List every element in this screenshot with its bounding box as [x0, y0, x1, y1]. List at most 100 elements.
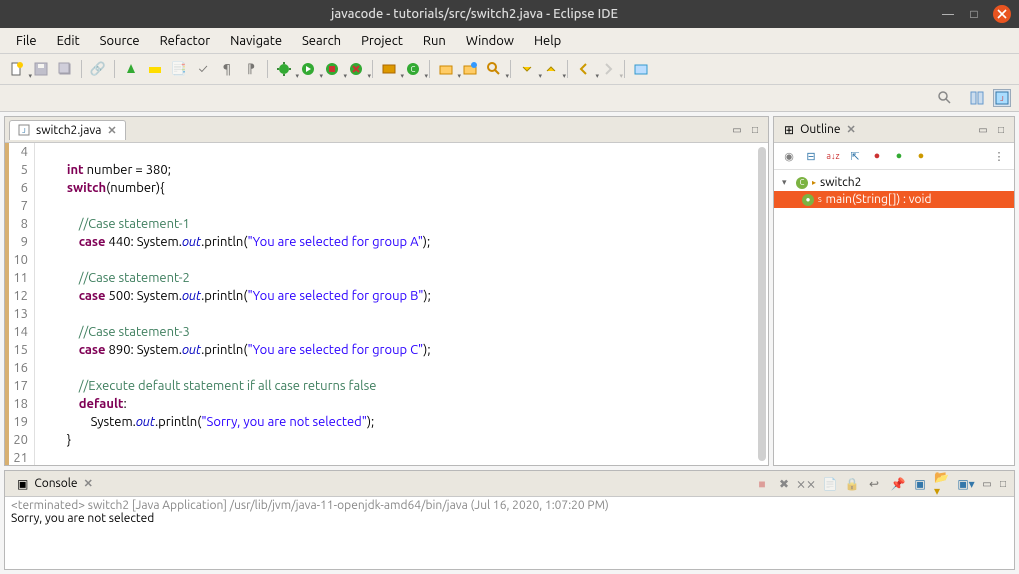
vertical-scrollbar[interactable]: [758, 147, 766, 461]
terminate-button[interactable]: ■: [752, 474, 772, 494]
code-line[interactable]: [43, 197, 748, 215]
console-tabstrip: ▣ Console ✕ ■ ✖ ⨯⨯ 📄 🔒 ↩ 📌 ▣ 📂▾ ▣▾ ▭ □: [5, 471, 1014, 497]
bookmark-button[interactable]: 📑: [168, 58, 190, 80]
menu-help[interactable]: Help: [524, 30, 571, 52]
coverage-button[interactable]: [321, 58, 343, 80]
next-annotation-button[interactable]: [516, 58, 538, 80]
minimize-view-button[interactable]: ▭: [730, 123, 744, 137]
code-line[interactable]: System.out.println("Sorry, you are not s…: [43, 413, 748, 431]
menu-search[interactable]: Search: [292, 30, 351, 52]
code-line[interactable]: switch(number){: [43, 179, 748, 197]
highlight-button[interactable]: [144, 58, 166, 80]
minimize-button[interactable]: —: [941, 7, 955, 21]
open-perspective-button[interactable]: [969, 90, 985, 106]
search-access-button[interactable]: [937, 90, 953, 106]
scroll-lock-button[interactable]: 🔒: [842, 474, 862, 494]
menu-refactor[interactable]: Refactor: [150, 30, 221, 52]
menu-file[interactable]: File: [6, 30, 47, 52]
hide-nonpublic-icon[interactable]: ●: [890, 147, 908, 165]
line-number: 5: [13, 161, 28, 179]
remove-all-button[interactable]: ⨯⨯: [796, 474, 816, 494]
code-line[interactable]: [43, 359, 748, 377]
code-area[interactable]: int number = 380; switch(number){ //Case…: [35, 143, 756, 465]
word-wrap-button[interactable]: ↩: [864, 474, 884, 494]
outline-menu-icon[interactable]: ⋮: [990, 147, 1008, 165]
maximize-view-button[interactable]: □: [748, 123, 762, 137]
menu-navigate[interactable]: Navigate: [220, 30, 292, 52]
console-maximize-button[interactable]: □: [996, 477, 1010, 491]
tab-close-icon[interactable]: ✕: [107, 124, 116, 137]
menu-source[interactable]: Source: [90, 30, 150, 52]
sort-icon[interactable]: ⊟: [802, 147, 820, 165]
new-console-button[interactable]: ▣▾: [956, 474, 976, 494]
java-perspective-button[interactable]: J: [993, 89, 1011, 107]
outline-method-row[interactable]: ● S main(String[]) : void: [774, 191, 1014, 208]
console-minimize-button[interactable]: ▭: [980, 477, 994, 491]
display-console-button[interactable]: ▣: [910, 474, 930, 494]
save-all-button[interactable]: [54, 58, 76, 80]
menu-edit[interactable]: Edit: [47, 30, 90, 52]
save-button[interactable]: [30, 58, 52, 80]
menu-project[interactable]: Project: [351, 30, 413, 52]
run-button[interactable]: [297, 58, 319, 80]
code-line[interactable]: int number = 380;: [43, 161, 748, 179]
external-tools-button[interactable]: [345, 58, 367, 80]
link-editor-button[interactable]: 🔗: [87, 58, 109, 80]
code-line[interactable]: case 440: System.out.println("You are se…: [43, 233, 748, 251]
new-class-button[interactable]: C: [402, 58, 424, 80]
line-number: 6: [13, 179, 28, 197]
task-button[interactable]: ✓: [192, 58, 214, 80]
code-line[interactable]: //Case statement-3: [43, 323, 748, 341]
search-button[interactable]: [483, 58, 505, 80]
outline-tab[interactable]: ⊞ Outline ✕: [778, 120, 862, 140]
hide-static-icon[interactable]: ●: [868, 147, 886, 165]
hide-fields-icon[interactable]: ⇱: [846, 147, 864, 165]
open-type-button[interactable]: [435, 58, 457, 80]
code-line[interactable]: case 890: System.out.println("You are se…: [43, 341, 748, 359]
whitespace-button[interactable]: ⁋: [240, 58, 262, 80]
prev-annotation-button[interactable]: [540, 58, 562, 80]
code-line[interactable]: default:: [43, 395, 748, 413]
pin-console-button[interactable]: 📌: [888, 474, 908, 494]
console-body[interactable]: <terminated> switch2 [Java Application] …: [5, 497, 1014, 569]
outline-class-row[interactable]: ▾ C ▸ switch2: [774, 174, 1014, 191]
forward-button[interactable]: [597, 58, 619, 80]
maximize-button[interactable]: □: [967, 7, 981, 21]
az-sort-icon[interactable]: a↓z: [824, 147, 842, 165]
console-close-icon[interactable]: ✕: [84, 477, 93, 490]
expand-arrow-icon[interactable]: ▾: [782, 177, 792, 188]
code-line[interactable]: }: [43, 431, 748, 449]
outline-close-icon[interactable]: ✕: [846, 123, 855, 136]
line-number: 15: [13, 341, 28, 359]
outline-minimize-button[interactable]: ▭: [976, 123, 990, 137]
back-button[interactable]: [573, 58, 595, 80]
console-tab[interactable]: ▣ Console ✕: [9, 474, 101, 494]
debug-toggle-button[interactable]: [120, 58, 142, 80]
menu-window[interactable]: Window: [456, 30, 524, 52]
hide-local-icon[interactable]: ●: [912, 147, 930, 165]
menu-run[interactable]: Run: [413, 30, 456, 52]
code-line[interactable]: case 500: System.out.println("You are se…: [43, 287, 748, 305]
open-console-button[interactable]: 📂▾: [934, 474, 954, 494]
code-line[interactable]: //Case statement-2: [43, 269, 748, 287]
outline-method-label: main(String[]) : void: [826, 193, 932, 206]
close-button[interactable]: [993, 5, 1011, 23]
open-task-button[interactable]: [459, 58, 481, 80]
outline-maximize-button[interactable]: □: [994, 123, 1008, 137]
code-line[interactable]: //Case statement-1: [43, 215, 748, 233]
clear-console-button[interactable]: 📄: [820, 474, 840, 494]
code-line[interactable]: //Execute default statement if all case …: [43, 377, 748, 395]
code-line[interactable]: [43, 143, 748, 161]
remove-launch-button[interactable]: ✖: [774, 474, 794, 494]
pin-editor-button[interactable]: [630, 58, 652, 80]
new-package-button[interactable]: [378, 58, 400, 80]
code-line[interactable]: [43, 251, 748, 269]
new-button[interactable]: [6, 58, 28, 80]
code-line[interactable]: [43, 305, 748, 323]
focus-icon[interactable]: ◉: [780, 147, 798, 165]
editor-tab-switch2[interactable]: J switch2.java ✕: [9, 120, 126, 140]
wrap-button[interactable]: ¶: [216, 58, 238, 80]
code-line[interactable]: [43, 449, 748, 465]
debug-button[interactable]: [273, 58, 295, 80]
editor-body[interactable]: 456789101112131415161718192021 int numbe…: [5, 143, 768, 465]
